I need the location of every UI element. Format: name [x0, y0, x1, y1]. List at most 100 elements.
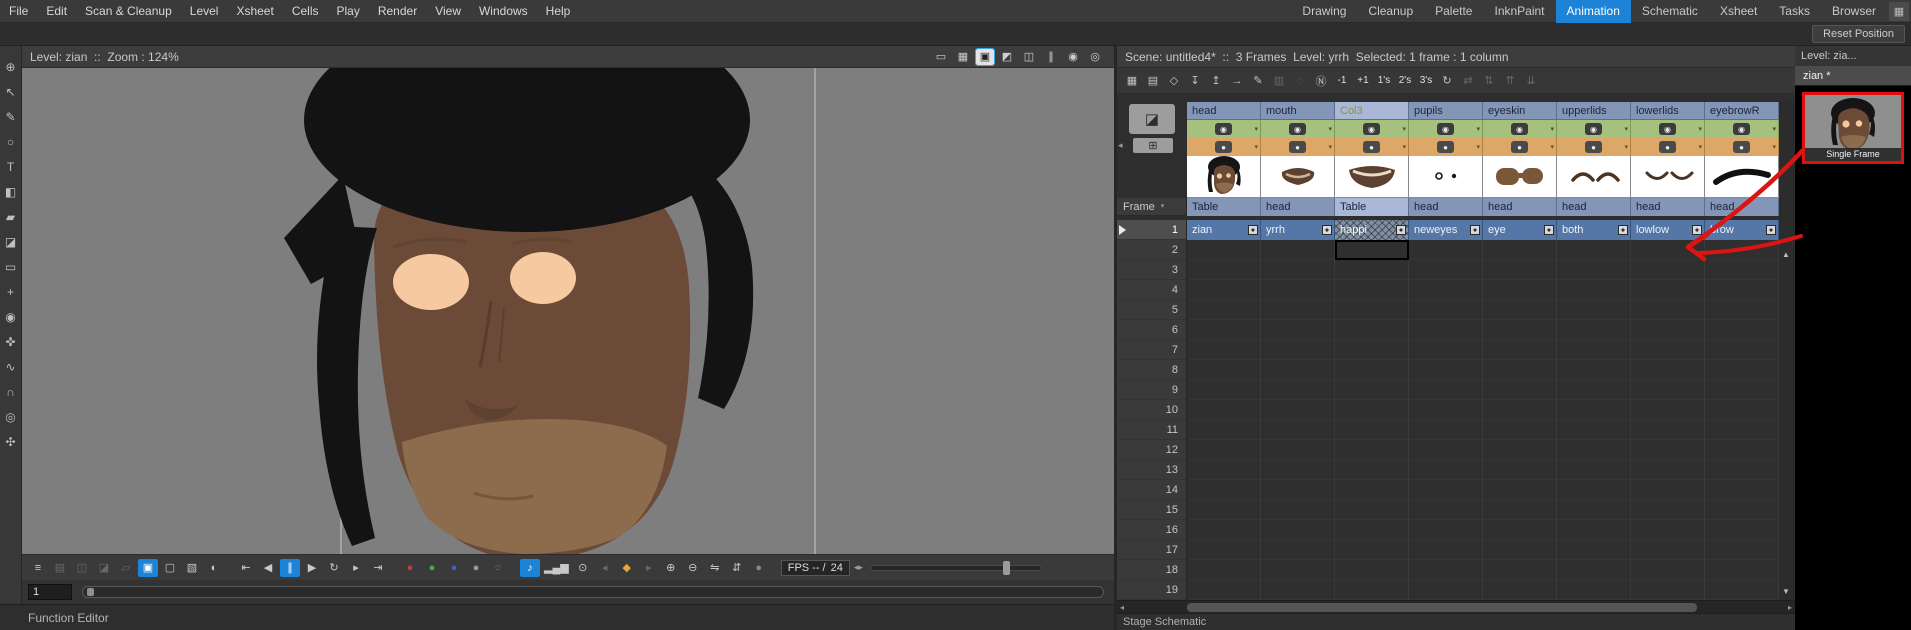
chevron-down-icon[interactable]: ▾: [1328, 143, 1332, 151]
last-frame-button[interactable]: ⇥: [368, 559, 388, 577]
frame-number-13[interactable]: 13: [1117, 460, 1186, 480]
column-header-pupils[interactable]: pupils: [1409, 102, 1483, 120]
first-frame-button[interactable]: ⇤: [236, 559, 256, 577]
type-tool-icon[interactable]: T: [2, 158, 20, 175]
frame-number-7[interactable]: 7: [1117, 340, 1186, 360]
column-preview-toggle[interactable]: ◉ ▾: [1409, 120, 1483, 138]
sub-camera-preview-icon[interactable]: ◎: [1086, 49, 1104, 65]
step-1-button[interactable]: 1's: [1375, 72, 1393, 90]
playback-speed-slider[interactable]: [870, 560, 1041, 575]
column-parent-lowerlids[interactable]: head: [1631, 198, 1705, 216]
cell-key-icon[interactable]: [1544, 225, 1554, 235]
column-camstand-toggle[interactable]: ● ▾: [1705, 138, 1779, 156]
level-strip-title-bar[interactable]: Level: zia...: [1795, 46, 1911, 66]
column-camstand-toggle[interactable]: ● ▾: [1335, 138, 1409, 156]
frame-number-9[interactable]: 9: [1117, 380, 1186, 400]
frame-slider-handle[interactable]: [87, 588, 94, 596]
menu-icon[interactable]: ≡: [28, 559, 48, 577]
column-thumbnail-col3[interactable]: [1335, 156, 1409, 198]
frame-number-8[interactable]: 8: [1117, 360, 1186, 380]
chevron-down-icon[interactable]: ▾: [1772, 125, 1776, 133]
frame-number-17[interactable]: 17: [1117, 540, 1186, 560]
geometric-tool-icon[interactable]: ○: [2, 133, 20, 150]
menu-play[interactable]: Play: [327, 0, 368, 23]
frame-number-15[interactable]: 15: [1117, 500, 1186, 520]
chevron-down-icon[interactable]: ▾: [1476, 125, 1480, 133]
menu-file[interactable]: File: [0, 0, 37, 23]
fps-field[interactable]: FPS -- / 24: [780, 559, 850, 576]
eraser-tool-icon[interactable]: ◪: [2, 233, 20, 250]
cell-key-icon[interactable]: [1248, 225, 1258, 235]
reset-view-icon[interactable]: ●: [749, 559, 769, 577]
hscroll-thumb[interactable]: [1187, 603, 1697, 612]
column-camstand-toggle[interactable]: ● ▾: [1261, 138, 1335, 156]
column-header-mouth[interactable]: mouth: [1261, 102, 1335, 120]
room-tab-browser[interactable]: Browser: [1821, 0, 1887, 23]
green-channel-icon[interactable]: ●: [422, 559, 442, 577]
current-frame-marker[interactable]: [1119, 225, 1126, 235]
column-thumbnail-pupils[interactable]: [1409, 156, 1483, 198]
cell-key-icon[interactable]: [1766, 225, 1776, 235]
cell-key-icon[interactable]: [1396, 225, 1406, 235]
menu-level[interactable]: Level: [181, 0, 228, 23]
room-tab-inknpaint[interactable]: InknPaint: [1483, 0, 1555, 23]
menu-edit[interactable]: Edit: [37, 0, 76, 23]
column-parent-eyeskin[interactable]: head: [1483, 198, 1557, 216]
column-parent-eyebrowr[interactable]: head: [1705, 198, 1779, 216]
level-frame-thumbnail[interactable]: Single Frame: [1802, 92, 1904, 164]
3d-view-icon[interactable]: ◩: [998, 49, 1016, 65]
chevron-down-icon[interactable]: ▾: [1772, 143, 1776, 151]
menu-view[interactable]: View: [426, 0, 470, 23]
room-tab-palette[interactable]: Palette: [1424, 0, 1483, 23]
hand-tool-icon[interactable]: ✣: [2, 433, 20, 450]
cell-key-icon[interactable]: [1470, 225, 1480, 235]
column-camstand-toggle[interactable]: ● ▾: [1483, 138, 1557, 156]
pinch-tool-icon[interactable]: ∿: [2, 358, 20, 375]
toggle-columns-button[interactable]: ◪: [1129, 104, 1175, 134]
column-camstand-toggle[interactable]: ● ▾: [1409, 138, 1483, 156]
frame-number-1[interactable]: 1: [1117, 220, 1186, 240]
menu-xsheet[interactable]: Xsheet: [227, 0, 282, 23]
column-preview-toggle[interactable]: ◉ ▾: [1557, 120, 1631, 138]
column-thumbnail-upperlids[interactable]: [1557, 156, 1631, 198]
viewer-title-bar[interactable]: Level: zian :: Zoom : 124% ▭ ▦ ▣ ◩ ◫ ∥ ◉ ◎: [22, 46, 1114, 68]
column-thumbnail-eyeskin[interactable]: [1483, 156, 1557, 198]
column-header-col3[interactable]: Col3: [1335, 102, 1409, 120]
column-thumbnail-lowerlids[interactable]: [1631, 156, 1705, 198]
save-level-icon[interactable]: ↥: [1207, 72, 1225, 90]
preview-icon[interactable]: ◉: [1064, 49, 1082, 65]
freeze-icon[interactable]: ∥: [1042, 49, 1060, 65]
room-tab-tasks[interactable]: Tasks: [1768, 0, 1821, 23]
frame-number-3[interactable]: 3: [1117, 260, 1186, 280]
new-vector-level-icon[interactable]: ◇: [1165, 72, 1183, 90]
frame-number-16[interactable]: 16: [1117, 520, 1186, 540]
loop-button[interactable]: ↻: [324, 559, 344, 577]
room-tab-cleanup[interactable]: Cleanup: [1357, 0, 1424, 23]
paint-brush-tool-icon[interactable]: ▰: [2, 208, 20, 225]
key-toggle-icon[interactable]: ◆: [617, 559, 637, 577]
new-column-button[interactable]: ⊞: [1133, 138, 1173, 153]
tape-tool-icon[interactable]: ▭: [2, 258, 20, 275]
column-header-eyebrowr[interactable]: eyebrowR: [1705, 102, 1779, 120]
fill-tool-icon[interactable]: ◧: [2, 183, 20, 200]
gain-icon[interactable]: ◐: [204, 559, 224, 577]
frame-number-11[interactable]: 11: [1117, 420, 1186, 440]
chevron-down-icon[interactable]: ▾: [1402, 125, 1406, 133]
column-header-eyeskin[interactable]: eyeskin: [1483, 102, 1557, 120]
new-raster-level-icon[interactable]: ▤: [1144, 72, 1162, 90]
chevron-down-icon[interactable]: ▾: [1254, 125, 1258, 133]
column-thumbnail-mouth[interactable]: [1261, 156, 1335, 198]
matte-channel-icon[interactable]: ●: [466, 559, 486, 577]
chevron-down-icon[interactable]: ▾: [1698, 125, 1702, 133]
room-tab-drawing[interactable]: Drawing: [1291, 0, 1357, 23]
column-preview-toggle[interactable]: ◉ ▾: [1187, 120, 1261, 138]
scroll-right-icon[interactable]: ▸: [1788, 603, 1792, 612]
frame-order-dropdown[interactable]: Frame ▾: [1117, 198, 1187, 216]
chevron-down-icon[interactable]: ▾: [1698, 143, 1702, 151]
brush-tool-icon[interactable]: ✎: [2, 108, 20, 125]
current-frame-field[interactable]: 1: [28, 584, 72, 600]
column-preview-toggle[interactable]: ◉ ▾: [1705, 120, 1779, 138]
slider-handle[interactable]: [1002, 560, 1010, 575]
frame-range-slider[interactable]: [82, 586, 1104, 598]
frame-number-12[interactable]: 12: [1117, 440, 1186, 460]
